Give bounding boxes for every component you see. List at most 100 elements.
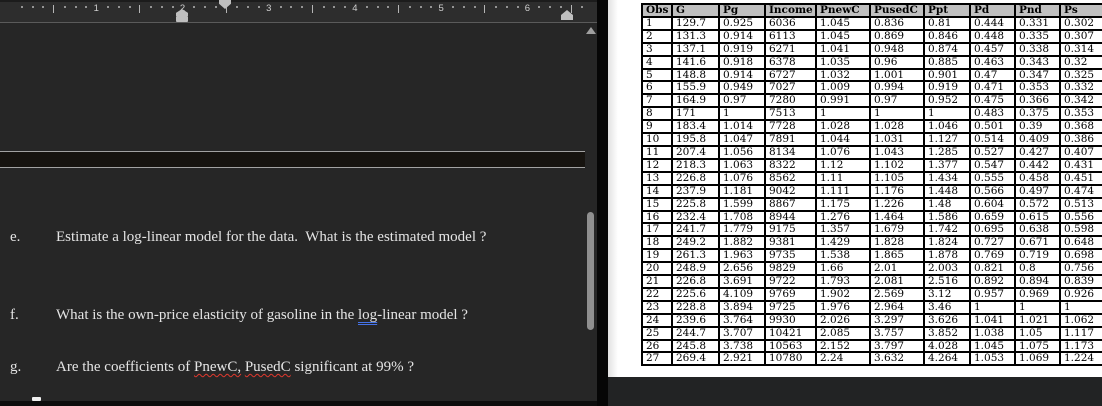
table-row: 25 244.7 3.707 10421 2.085 3.757 3.852 1.038 1.0… xyxy=(642,326,1102,340)
ruler-half-tick xyxy=(311,5,313,13)
table-cell: 5 xyxy=(642,68,672,82)
table-row: 17 241.7 1.779 9175 1.357 1.679 1.742 0.695 0.63… xyxy=(642,223,1102,237)
table-header-cell-pd: Pd xyxy=(970,4,1015,17)
table-cell: 9930 xyxy=(765,313,816,327)
table-cell: 3.12 xyxy=(924,287,970,301)
table-cell: 1.102 xyxy=(870,158,924,172)
ruler-tick-dot xyxy=(160,6,163,8)
ruler-half-tick xyxy=(484,5,486,13)
table-row: 4 141.6 0.918 6378 1.035 0.96 0.885 0.463 0.343 0… xyxy=(642,55,1102,69)
table-cell: 226.8 xyxy=(672,171,719,185)
table-cell: 2.152 xyxy=(816,339,870,353)
table-cell: 2.516 xyxy=(924,275,970,288)
table-cell: 0.331 xyxy=(1015,16,1060,30)
table-cell: 9829 xyxy=(765,262,816,276)
table-cell: 3.297 xyxy=(870,313,924,327)
ruler-tick-dot xyxy=(107,6,110,8)
table-row: 7 164.9 0.97 7280 0.991 0.97 0.952 0.475 0.366 0.… xyxy=(642,94,1102,108)
first-line-indent-marker[interactable] xyxy=(219,0,231,9)
ruler-tick-dot xyxy=(376,6,379,8)
pane-divider xyxy=(597,0,608,406)
vertical-scrollbar[interactable] xyxy=(584,23,597,401)
table-header-cell-ps: Ps xyxy=(1060,4,1102,17)
ruler-tick-dot xyxy=(581,6,584,8)
table-cell: 3.797 xyxy=(870,339,924,353)
table-cell: 0.302 xyxy=(1060,16,1102,30)
table-cell: 1.181 xyxy=(719,184,765,198)
table-cell: 1.599 xyxy=(719,197,765,211)
table-cell: 6271 xyxy=(765,42,816,56)
horizontal-ruler[interactable]: 123456 xyxy=(0,0,597,23)
table-cell: 195.8 xyxy=(672,133,719,146)
table-cell: 0.769 xyxy=(970,249,1015,263)
table-cell: 4 xyxy=(642,55,672,69)
ruler-tick-dot xyxy=(117,6,120,8)
table-cell: 155.9 xyxy=(672,81,719,95)
table-cell: 2.085 xyxy=(816,326,870,340)
document-canvas[interactable]: e. Estimate a log-linear model for the da… xyxy=(0,23,585,401)
table-cell: 1.075 xyxy=(1015,339,1060,353)
ruler-tick-dot xyxy=(473,6,476,8)
ruler-tick-dot xyxy=(20,6,23,8)
table-cell: 0.756 xyxy=(1060,262,1102,276)
table-cell: 0.846 xyxy=(924,29,970,43)
table-cell: 1.66 xyxy=(816,262,870,276)
question-text: Are the coefficients of PnewC, PusedC si… xyxy=(56,359,414,375)
table-cell: 1.021 xyxy=(1015,313,1060,327)
ruler-tick-dot xyxy=(462,6,465,8)
table-cell: 1.377 xyxy=(924,158,970,172)
table-cell: 0.8 xyxy=(1015,262,1060,276)
ruler-tick-dot xyxy=(279,6,282,8)
ruler-tick-dot xyxy=(63,6,66,8)
table-cell: 9735 xyxy=(765,249,816,263)
left-indent-marker[interactable] xyxy=(176,16,188,22)
table-cell: 1.076 xyxy=(719,171,765,185)
ruler-tick-dot xyxy=(204,6,207,8)
table-cell: 183.4 xyxy=(672,120,719,134)
table-cell: 0.474 xyxy=(1060,184,1102,198)
ruler-tick-dot xyxy=(31,6,34,8)
ruler-half-tick xyxy=(570,5,572,13)
ruler-tick-dot xyxy=(301,6,304,8)
table-cell: 0.648 xyxy=(1060,236,1102,250)
table-header-row: Obs G Pg Income PnewC PusedC Ppt Pd Pnd Ps xyxy=(642,4,1102,17)
table-cell: 131.3 xyxy=(672,29,719,43)
table-cell: 0.874 xyxy=(924,42,970,56)
table-cell: 2.964 xyxy=(870,300,924,314)
table-cell: 2.026 xyxy=(816,313,870,327)
table-cell: 1.063 xyxy=(719,158,765,172)
table-cell: 245.8 xyxy=(672,339,719,353)
table-cell: 3.852 xyxy=(924,326,970,340)
scrollbar-up-arrow-icon[interactable] xyxy=(586,27,596,34)
table-cell: 0.39 xyxy=(1015,120,1060,134)
ruler-top-strip xyxy=(0,0,597,2)
table-cell: 1.032 xyxy=(816,68,870,82)
table-cell: 1.062 xyxy=(1060,313,1102,327)
table-row: 16 232.4 1.708 8944 1.276 1.464 1.586 0.659 0.61… xyxy=(642,210,1102,224)
table-cell: 228.8 xyxy=(672,300,719,314)
table-cell: 0.527 xyxy=(970,145,1015,159)
table-cell: 1.127 xyxy=(924,133,970,146)
table-cell: 8134 xyxy=(765,145,816,159)
table-cell: 232.4 xyxy=(672,210,719,224)
table-cell: 0.386 xyxy=(1060,133,1102,146)
table-cell: 1.076 xyxy=(816,145,870,159)
table-cell: 16 xyxy=(642,210,672,224)
page-break-gap xyxy=(0,151,585,168)
table-cell: 261.3 xyxy=(672,249,719,263)
table-row: 27 269.4 2.921 10780 2.24 3.632 4.264 1.053 1.06… xyxy=(642,352,1102,366)
editor-pane[interactable]: 123456 e. Estimate a log-linear model for… xyxy=(0,0,597,406)
table-cell: 12 xyxy=(642,158,672,172)
table-cell: 7891 xyxy=(765,133,816,146)
table-cell: 1.111 xyxy=(816,184,870,198)
table-cell: 1 xyxy=(1015,300,1060,314)
table-cell: 0.366 xyxy=(1015,94,1060,108)
table-cell: 1.824 xyxy=(924,236,970,250)
table-cell: 0.47 xyxy=(970,68,1015,82)
table-cell: 1.12 xyxy=(816,158,870,172)
table-cell: 0.727 xyxy=(970,236,1015,250)
table-cell: 0.501 xyxy=(970,120,1015,134)
scrollbar-thumb[interactable] xyxy=(587,212,594,330)
table-cell: 1.434 xyxy=(924,171,970,185)
table-cell: 0.604 xyxy=(970,197,1015,211)
